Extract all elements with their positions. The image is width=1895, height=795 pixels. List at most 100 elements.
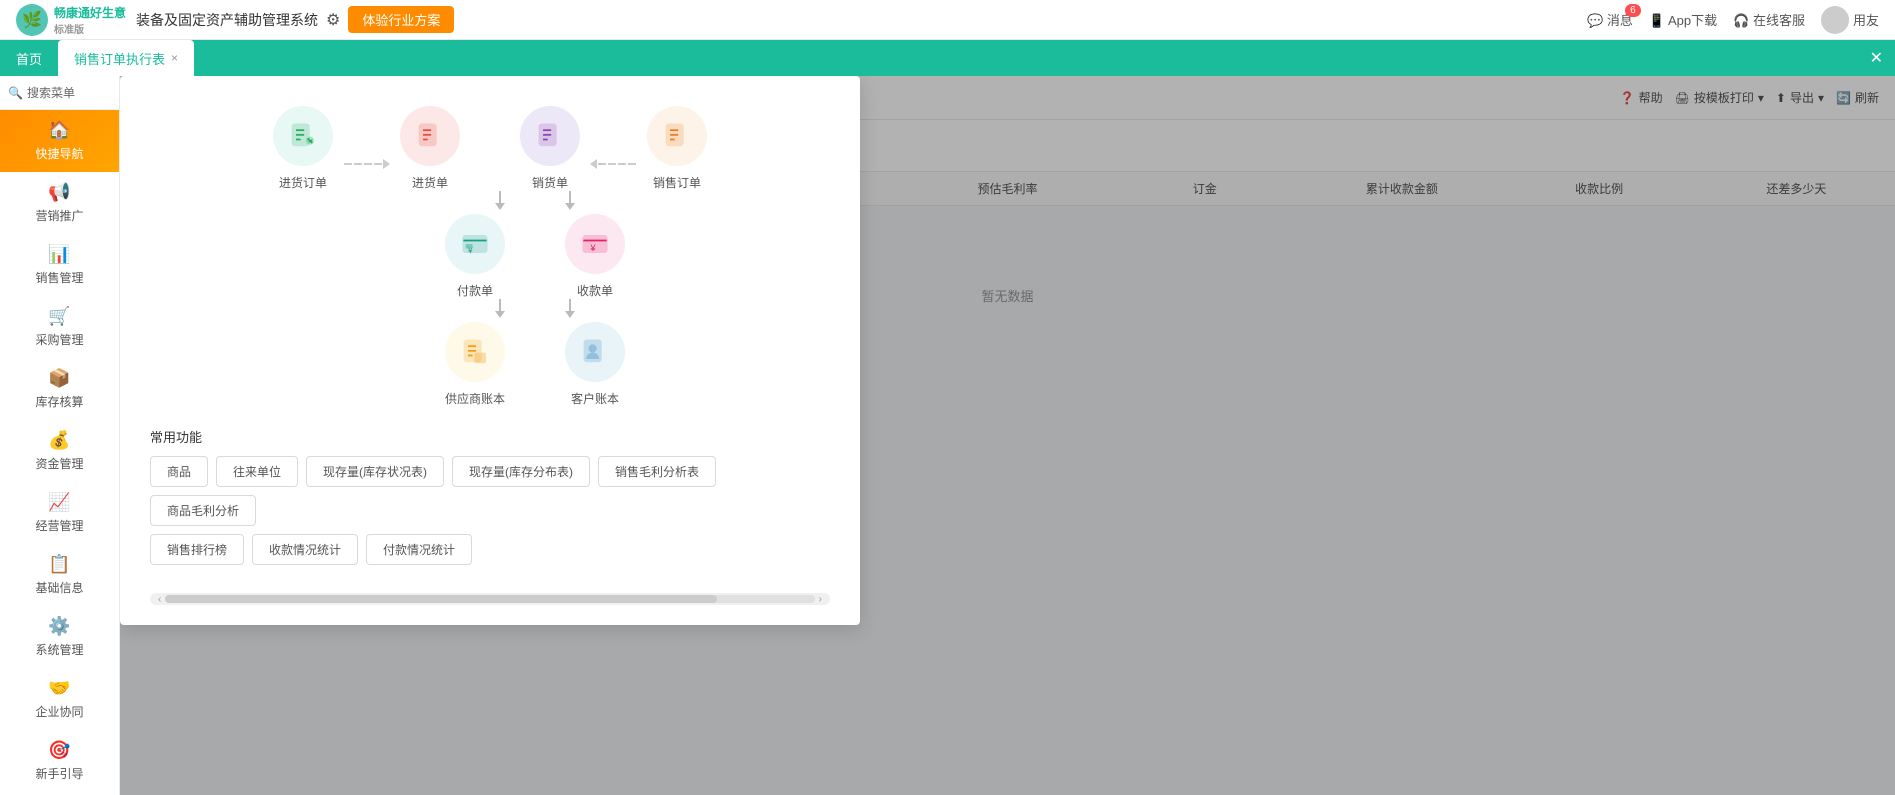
modal-scrollbar[interactable]: ‹ ›	[150, 593, 830, 605]
user-area[interactable]: 用友	[1821, 6, 1879, 34]
finance-icon: 💰	[48, 430, 70, 451]
modal-dialog: 进货订单	[120, 76, 860, 625]
sidebar-label-sales: 销售管理	[35, 269, 83, 286]
online-service[interactable]: 🎧 在线客服	[1733, 10, 1805, 29]
svg-text:¥: ¥	[467, 246, 473, 255]
sidebar-search-label: 搜索菜单	[27, 84, 75, 101]
flow-node-purchase-order[interactable]: 进货订单	[273, 106, 333, 191]
sidebar-item-marketing[interactable]: 📢 营销推广	[0, 172, 119, 234]
sidebar-item-sales[interactable]: 📊 销售管理	[0, 234, 119, 296]
scroll-right-arrow[interactable]: ›	[815, 594, 826, 605]
user-label: 用友	[1853, 10, 1879, 29]
sidebar-label-operations: 经营管理	[35, 517, 83, 534]
message-badge: 6	[1625, 4, 1641, 17]
sales-bill-label: 销货单	[532, 174, 568, 191]
receipt-bill-label: 收款单	[577, 282, 613, 299]
gear-button[interactable]: ⚙	[326, 10, 340, 30]
basic-info-icon: 📋	[48, 554, 70, 575]
common-btn-sales-profit[interactable]: 销售毛利分析表	[598, 456, 716, 487]
inventory-icon: 📦	[48, 368, 70, 389]
svg-text:¥: ¥	[589, 243, 596, 253]
operations-icon: 📈	[48, 492, 70, 513]
sidebar-item-basic-info[interactable]: 📋 基础信息	[0, 544, 119, 606]
common-functions-title: 常用功能	[150, 427, 830, 446]
common-btn-product[interactable]: 商品	[150, 456, 208, 487]
active-tab-label: 销售订单执行表	[74, 49, 165, 68]
payment-bill-label: 付款单	[457, 282, 493, 299]
sidebar-search[interactable]: 🔍 搜索菜单	[0, 76, 119, 110]
sidebar-label-inventory: 库存核算	[35, 393, 83, 410]
marketing-icon: 📢	[48, 182, 70, 203]
customer-ledger-label: 客户账本	[571, 390, 619, 407]
sidebar-item-enterprise[interactable]: 🤝 企业协同	[0, 668, 119, 730]
top-header: 🌿 畅康通好生意 标准版 装备及固定资产辅助管理系统 ⚙ 体验行业方案 💬 6 …	[0, 0, 1895, 40]
sidebar-label-system: 系统管理	[35, 641, 83, 658]
purchase-order-label: 进货订单	[279, 174, 327, 191]
supplier-ledger-icon	[445, 322, 505, 382]
sidebar-label-finance: 资金管理	[35, 455, 83, 472]
system-icon: ⚙️	[48, 616, 70, 637]
common-btn-product-profit[interactable]: 商品毛利分析	[150, 495, 256, 526]
sidebar-item-finance[interactable]: 💰 资金管理	[0, 420, 119, 482]
sidebar-item-new-guide[interactable]: 🎯 新手引导	[0, 730, 119, 792]
purchase-bill-label: 进货单	[412, 174, 448, 191]
sales-icon: 📊	[48, 244, 70, 265]
common-btn-sales-rank[interactable]: 销售排行榜	[150, 534, 244, 565]
experience-btn[interactable]: 体验行业方案	[348, 6, 454, 33]
tab-home[interactable]: 首页	[0, 40, 58, 76]
logo-icon: 🌿	[16, 4, 48, 36]
sidebar-item-system[interactable]: ⚙️ 系统管理	[0, 606, 119, 668]
flow-node-sales-order[interactable]: 销售订单	[647, 106, 707, 191]
app-download-label: App下载	[1668, 13, 1717, 28]
sidebar-item-inventory[interactable]: 📦 库存核算	[0, 358, 119, 420]
flow-node-sales-bill[interactable]: 销货单	[520, 106, 580, 191]
flow-node-payment-bill[interactable]: ¥ 付款单	[445, 214, 505, 299]
sidebar: 🔍 搜索菜单 🏠 快捷导航 📢 营销推广 📊 销售管理 🛒 采购管理 📦 库存核…	[0, 76, 120, 795]
tab-bar: 首页 销售订单执行表 × ✕	[0, 40, 1895, 76]
supplier-ledger-label: 供应商账本	[445, 390, 505, 407]
customer-ledger-icon	[565, 322, 625, 382]
tab-close-icon[interactable]: ×	[171, 51, 178, 65]
common-functions-section: 常用功能 商品 往来单位 现存量(库存状况表) 现存量(库存分布表) 销售毛利分…	[120, 427, 860, 583]
scroll-thumb	[165, 595, 717, 603]
header-right: 💬 6 消息 📱 App下载 🎧 在线客服 用友	[1587, 6, 1879, 34]
sales-order-icon	[647, 106, 707, 166]
headset-icon: 🎧	[1733, 13, 1749, 28]
avatar	[1821, 6, 1849, 34]
sidebar-label-basic-info: 基础信息	[35, 579, 83, 596]
sidebar-label-quick-nav: 快捷导航	[35, 145, 83, 162]
sidebar-item-purchase[interactable]: 🛒 采购管理	[0, 296, 119, 358]
home-tab-label: 首页	[16, 49, 42, 68]
flow-node-purchase-bill[interactable]: 进货单	[400, 106, 460, 191]
system-name-area: 装备及固定资产辅助管理系统 ⚙ 体验行业方案	[136, 6, 1587, 33]
window-close-btn[interactable]: ✕	[1870, 48, 1883, 68]
modal-overlay[interactable]: 进货订单	[120, 76, 1895, 795]
common-btn-payment-stat[interactable]: 付款情况统计	[366, 534, 472, 565]
app-download-icon: 📱	[1649, 13, 1665, 28]
app-download[interactable]: 📱 App下载	[1649, 10, 1717, 29]
enterprise-icon: 🤝	[48, 678, 70, 699]
common-btn-stock-dist[interactable]: 现存量(库存分布表)	[452, 456, 590, 487]
common-btn-partner[interactable]: 往来单位	[216, 456, 298, 487]
common-btn-receipt-stat[interactable]: 收款情况统计	[252, 534, 358, 565]
flow-node-customer-ledger[interactable]: 客户账本	[565, 322, 625, 407]
search-icon: 🔍	[8, 86, 23, 100]
logo-sub: 标准版	[54, 21, 126, 36]
sales-order-label: 销售订单	[653, 174, 701, 191]
flow-node-supplier-ledger[interactable]: 供应商账本	[445, 322, 505, 407]
scroll-left-arrow[interactable]: ‹	[154, 594, 165, 605]
system-name: 装备及固定资产辅助管理系统	[136, 10, 318, 30]
sidebar-item-operations[interactable]: 📈 经营管理	[0, 482, 119, 544]
new-guide-icon: 🎯	[48, 740, 70, 761]
home-icon: 🏠	[48, 120, 70, 141]
common-btn-stock-status[interactable]: 现存量(库存状况表)	[306, 456, 444, 487]
flow-node-receipt-bill[interactable]: ¥ 收款单	[565, 214, 625, 299]
sidebar-label-enterprise: 企业协同	[35, 703, 83, 720]
sidebar-item-quick-nav[interactable]: 🏠 快捷导航	[0, 110, 119, 172]
message-area[interactable]: 💬 6 消息	[1587, 10, 1633, 29]
receipt-bill-icon: ¥	[565, 214, 625, 274]
message-icon: 💬	[1587, 13, 1603, 28]
tab-active[interactable]: 销售订单执行表 ×	[58, 40, 194, 76]
logo-area: 🌿 畅康通好生意 标准版	[16, 4, 136, 36]
sidebar-label-purchase: 采购管理	[35, 331, 83, 348]
